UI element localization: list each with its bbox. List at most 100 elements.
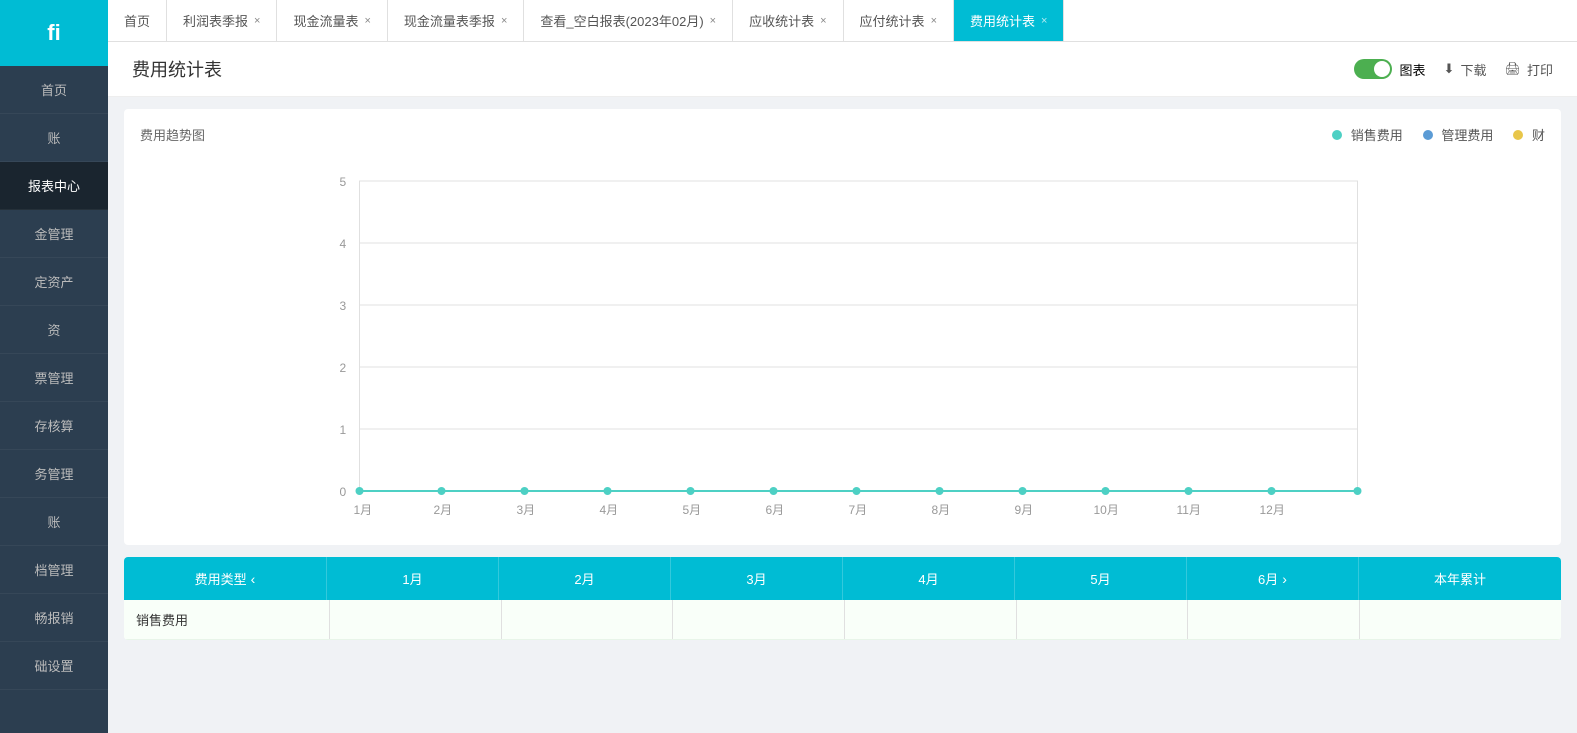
svg-text:5: 5: [340, 175, 347, 189]
sidebar-item-archive[interactable]: 档管理: [0, 546, 108, 594]
td-m4: [845, 600, 1017, 639]
next-month-button[interactable]: ›: [1282, 571, 1287, 587]
legend-sales-label: 销售费用: [1351, 128, 1403, 143]
page-title: 费用统计表: [132, 56, 222, 82]
th-month-3: 3月: [671, 557, 843, 600]
svg-text:7月: 7月: [849, 503, 868, 517]
tab-blank-report-close[interactable]: ×: [710, 15, 716, 27]
td-m1: [330, 600, 502, 639]
svg-text:3月: 3月: [517, 503, 536, 517]
th-ytd: 本年累计: [1359, 557, 1561, 600]
sidebar-item-assets[interactable]: 定资产: [0, 258, 108, 306]
th-month-1: 1月: [327, 557, 499, 600]
tab-expense-stats-label: 费用统计表: [970, 11, 1035, 30]
chart-toggle-label: 图表: [1400, 60, 1426, 79]
tab-blank-report-label: 查看_空白报表(2023年02月): [540, 11, 703, 30]
legend-finance: 财: [1513, 125, 1545, 144]
svg-text:1: 1: [340, 423, 347, 437]
sidebar-item-home[interactable]: 首页: [0, 66, 108, 114]
svg-text:0: 0: [340, 485, 347, 499]
legend-sales-dot: [1332, 130, 1342, 140]
svg-text:4: 4: [340, 237, 347, 251]
tab-receivable[interactable]: 应收统计表 ×: [733, 0, 843, 42]
legend-admin-dot: [1423, 130, 1433, 140]
chart-title: 费用趋势图: [140, 125, 205, 144]
download-button[interactable]: ⬇ 下载: [1444, 60, 1487, 79]
download-icon: ⬇: [1444, 61, 1455, 77]
tab-cashflow-quarterly[interactable]: 现金流量表季报 ×: [388, 0, 524, 42]
svg-text:2: 2: [340, 361, 347, 375]
sidebar-item-settings[interactable]: 础设置: [0, 642, 108, 690]
th-type-label: 费用类型: [195, 569, 247, 588]
tab-cashflow-label: 现金流量表: [293, 11, 358, 30]
td-m6: [1188, 600, 1360, 639]
tab-home-label: 首页: [124, 11, 150, 30]
sidebar-item-account[interactable]: 账: [0, 114, 108, 162]
tab-home[interactable]: 首页: [108, 0, 167, 42]
svg-text:4月: 4月: [600, 503, 619, 517]
tab-payable[interactable]: 应付统计表 ×: [844, 0, 954, 42]
sidebar-item-invoice[interactable]: 票管理: [0, 354, 108, 402]
tab-profit[interactable]: 利润表季报 ×: [167, 0, 277, 42]
tab-payable-label: 应付统计表: [860, 11, 925, 30]
tab-cashflow-quarterly-close[interactable]: ×: [501, 15, 507, 27]
td-m5: [1017, 600, 1189, 639]
sidebar-item-reports[interactable]: 报表中心: [0, 162, 108, 210]
chart-container: 0 1 2 3 4 5: [140, 156, 1545, 529]
svg-text:11月: 11月: [1177, 503, 1201, 517]
th-month-6-label: 6月: [1258, 569, 1278, 588]
sidebar-item-inventory[interactable]: 存核算: [0, 402, 108, 450]
print-button[interactable]: 🖨 打印: [1504, 60, 1553, 79]
sidebar-item-service[interactable]: 务管理: [0, 450, 108, 498]
svg-text:1月: 1月: [354, 503, 373, 517]
legend-finance-dot: [1513, 130, 1523, 140]
tab-cashflow-quarterly-label: 现金流量表季报: [404, 11, 495, 30]
svg-text:2月: 2月: [434, 503, 453, 517]
td-type: 销售费用: [124, 600, 330, 639]
svg-text:5月: 5月: [683, 503, 702, 517]
expense-table: 费用类型 ‹ 1月 2月 3月 4月 5月 6月 › 本年累计 销售费用: [124, 557, 1561, 640]
tab-receivable-label: 应收统计表: [749, 11, 814, 30]
th-month-4: 4月: [843, 557, 1015, 600]
content-area: 费用统计表 图表 ⬇ 下载 🖨 打印 费用趋势图: [108, 42, 1577, 733]
tab-expense-stats[interactable]: 费用统计表 ×: [954, 0, 1064, 42]
sidebar-item-capital[interactable]: 资: [0, 306, 108, 354]
prev-month-button[interactable]: ‹: [251, 571, 256, 587]
tab-cashflow-close[interactable]: ×: [364, 15, 370, 27]
sidebar-item-ledger[interactable]: 账: [0, 498, 108, 546]
chart-header: 费用趋势图 销售费用 管理费用 财: [140, 125, 1545, 144]
tab-blank-report[interactable]: 查看_空白报表(2023年02月) ×: [524, 0, 733, 42]
legend-finance-label: 财: [1532, 128, 1545, 143]
chart-section: 费用趋势图 销售费用 管理费用 财: [124, 109, 1561, 545]
tab-cashflow[interactable]: 现金流量表 ×: [277, 0, 387, 42]
tab-profit-close[interactable]: ×: [254, 15, 260, 27]
download-label: 下载: [1460, 60, 1486, 79]
legend-admin: 管理费用: [1423, 125, 1494, 144]
svg-text:9月: 9月: [1015, 503, 1034, 517]
sidebar-item-expense[interactable]: 畅报销: [0, 594, 108, 642]
th-type: 费用类型 ‹: [124, 557, 327, 600]
sidebar: fi 首页 账 报表中心 金管理 定资产 资 票管理 存核算 务管理 账 档管理…: [0, 0, 108, 733]
svg-text:10月: 10月: [1094, 503, 1119, 517]
trend-chart: 0 1 2 3 4 5: [140, 156, 1545, 526]
tab-receivable-close[interactable]: ×: [820, 15, 826, 27]
th-month-6: 6月 ›: [1187, 557, 1359, 600]
td-m2: [502, 600, 674, 639]
table-header: 费用类型 ‹ 1月 2月 3月 4月 5月 6月 › 本年累计: [124, 557, 1561, 600]
table-row: 销售费用: [124, 600, 1561, 640]
tab-bar: 首页 利润表季报 × 现金流量表 × 现金流量表季报 × 查看_空白报表(202…: [108, 0, 1577, 42]
tab-profit-label: 利润表季报: [183, 11, 248, 30]
sidebar-item-cash[interactable]: 金管理: [0, 210, 108, 258]
chart-legend: 销售费用 管理费用 财: [1332, 125, 1545, 144]
legend-admin-label: 管理费用: [1441, 128, 1493, 143]
chart-toggle[interactable]: [1354, 59, 1392, 79]
th-month-2: 2月: [499, 557, 671, 600]
print-label: 打印: [1527, 60, 1553, 79]
th-month-5: 5月: [1015, 557, 1187, 600]
main-area: 首页 利润表季报 × 现金流量表 × 现金流量表季报 × 查看_空白报表(202…: [108, 0, 1577, 733]
legend-sales: 销售费用: [1332, 125, 1403, 144]
svg-text:3: 3: [340, 299, 347, 313]
tab-payable-close[interactable]: ×: [931, 15, 937, 27]
tab-expense-stats-close[interactable]: ×: [1041, 15, 1047, 27]
td-m3: [673, 600, 845, 639]
